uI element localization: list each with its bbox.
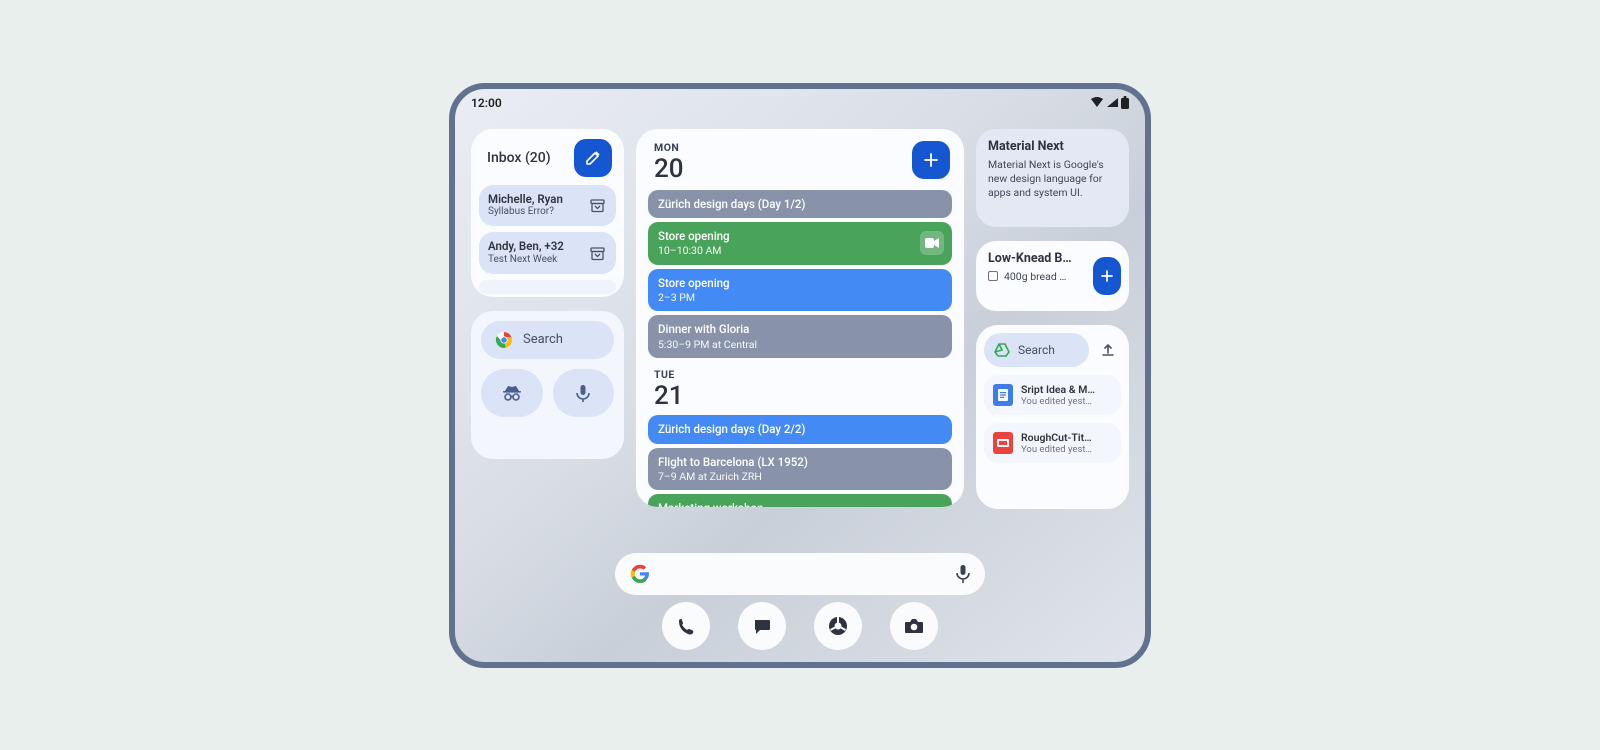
voice-search-button[interactable] — [553, 369, 615, 417]
plus-icon — [923, 152, 939, 168]
mail-subject: Test Next Week — [488, 254, 564, 266]
tablet-home-screen: 12:00 Inbox (20) Michelle, Ryan Syllab — [449, 83, 1151, 668]
file-name: RoughCut-Tit… — [1021, 431, 1092, 444]
calendar-event[interactable]: Zürich design days (Day 1/2) — [648, 190, 952, 218]
archive-icon[interactable] — [587, 243, 607, 263]
chat-icon — [752, 616, 772, 636]
checklist-item: 400g bread … — [1004, 270, 1066, 283]
status-bar: 12:00 — [455, 89, 1145, 110]
chrome-search-input[interactable]: Search — [481, 321, 614, 359]
app-dock — [662, 602, 938, 650]
slides-icon — [993, 432, 1013, 454]
calendar-event[interactable]: Store opening 2–3 PM — [648, 269, 952, 312]
event-title: Zürich design days (Day 1/2) — [658, 197, 805, 211]
archive-icon[interactable] — [587, 195, 607, 215]
chrome-search-label: Search — [523, 332, 563, 347]
phone-icon — [676, 616, 696, 636]
keep-list-widget[interactable]: Low-Knead B… 400g bread … — [976, 241, 1129, 311]
event-title: Dinner with Gloria — [658, 322, 749, 336]
mail-from: Michelle, Ryan — [488, 193, 563, 207]
video-call-icon[interactable] — [920, 231, 944, 255]
google-logo-icon — [629, 563, 651, 585]
chrome-app[interactable] — [814, 602, 862, 650]
calendar-event[interactable]: Zürich design days (Day 2/2) — [648, 415, 952, 443]
drive-file-item[interactable]: RoughCut-Tit… You edited yest… — [984, 423, 1121, 463]
camera-app[interactable] — [890, 602, 938, 650]
calendar-day-label: TUE — [654, 368, 946, 381]
google-search-bar[interactable] — [615, 553, 985, 595]
mail-subject: Syllabus Error? — [488, 206, 563, 218]
plus-icon — [1100, 269, 1114, 283]
drive-search-input[interactable]: Search — [984, 333, 1089, 367]
calendar-day-number: 20 — [654, 156, 684, 182]
calendar-day-number: 21 — [654, 383, 946, 409]
calendar-widget[interactable]: MON 20 Zürich design days (Day 1/2) Stor… — [636, 129, 964, 507]
add-note-button[interactable] — [1093, 257, 1121, 295]
note-body: Material Next is Google's new design lan… — [988, 158, 1117, 201]
drive-icon — [994, 342, 1010, 358]
drive-widget: Search Sript Idea & M… You edited yest… — [976, 325, 1129, 509]
gmail-title: Inbox (20) — [487, 150, 551, 166]
wifi-icon — [1090, 97, 1104, 108]
mail-item[interactable]: Andy, Ben, +32 Test Next Week — [479, 232, 616, 274]
event-title: Flight to Barcelona (LX 1952) — [658, 455, 808, 469]
calendar-event[interactable]: Flight to Barcelona (LX 1952) 7–9 AM at … — [648, 448, 952, 491]
event-time: 2–3 PM — [658, 291, 695, 304]
drive-search-label: Search — [1018, 343, 1055, 357]
event-time: 10–10:30 AM — [658, 244, 721, 257]
camera-icon — [903, 617, 925, 635]
pencil-icon — [585, 150, 601, 166]
upload-button[interactable] — [1095, 342, 1121, 358]
phone-app[interactable] — [662, 602, 710, 650]
mail-item[interactable]: Michelle, Ryan Syllabus Error? — [479, 185, 616, 227]
incognito-button[interactable] — [481, 369, 543, 417]
mail-item[interactable] — [479, 280, 616, 294]
docs-icon — [993, 384, 1013, 406]
keep-note-widget[interactable]: Material Next Material Next is Google's … — [976, 129, 1129, 227]
calendar-event[interactable]: Marketing workshop — [648, 494, 952, 506]
event-title: Zürich design days (Day 2/2) — [658, 422, 805, 436]
microphone-icon — [573, 383, 593, 403]
incognito-icon — [501, 382, 523, 404]
event-title: Store opening — [658, 276, 730, 290]
battery-icon — [1121, 96, 1129, 109]
file-name: Sript Idea & M… — [1021, 383, 1095, 396]
add-event-button[interactable] — [912, 141, 950, 179]
microphone-icon[interactable] — [955, 564, 971, 584]
calendar-event[interactable]: Dinner with Gloria 5:30–9 PM at Central — [648, 315, 952, 358]
calendar-event[interactable]: Store opening 10–10:30 AM — [648, 222, 952, 265]
drive-file-item[interactable]: Sript Idea & M… You edited yest… — [984, 375, 1121, 415]
event-time: 7–9 AM at Zurich ZRH — [658, 470, 762, 483]
upload-icon — [1100, 342, 1116, 358]
file-subtitle: You edited yest… — [1021, 444, 1092, 455]
status-time: 12:00 — [471, 96, 502, 110]
calendar-day-label: MON — [654, 141, 684, 154]
file-subtitle: You edited yest… — [1021, 396, 1095, 407]
cellular-icon — [1106, 97, 1119, 108]
event-title: Marketing workshop — [658, 501, 763, 506]
messages-app[interactable] — [738, 602, 786, 650]
event-time: 5:30–9 PM at Central — [658, 338, 757, 351]
chrome-icon — [495, 331, 513, 349]
compose-button[interactable] — [574, 139, 612, 177]
gmail-widget[interactable]: Inbox (20) Michelle, Ryan Syllabus Error… — [471, 129, 624, 297]
event-title: Store opening — [658, 229, 730, 243]
chrome-icon — [827, 615, 849, 637]
checkbox-icon[interactable] — [988, 271, 998, 281]
chrome-search-widget: Search — [471, 311, 624, 459]
mail-from: Andy, Ben, +32 — [488, 240, 564, 254]
note-title: Material Next — [988, 139, 1117, 154]
